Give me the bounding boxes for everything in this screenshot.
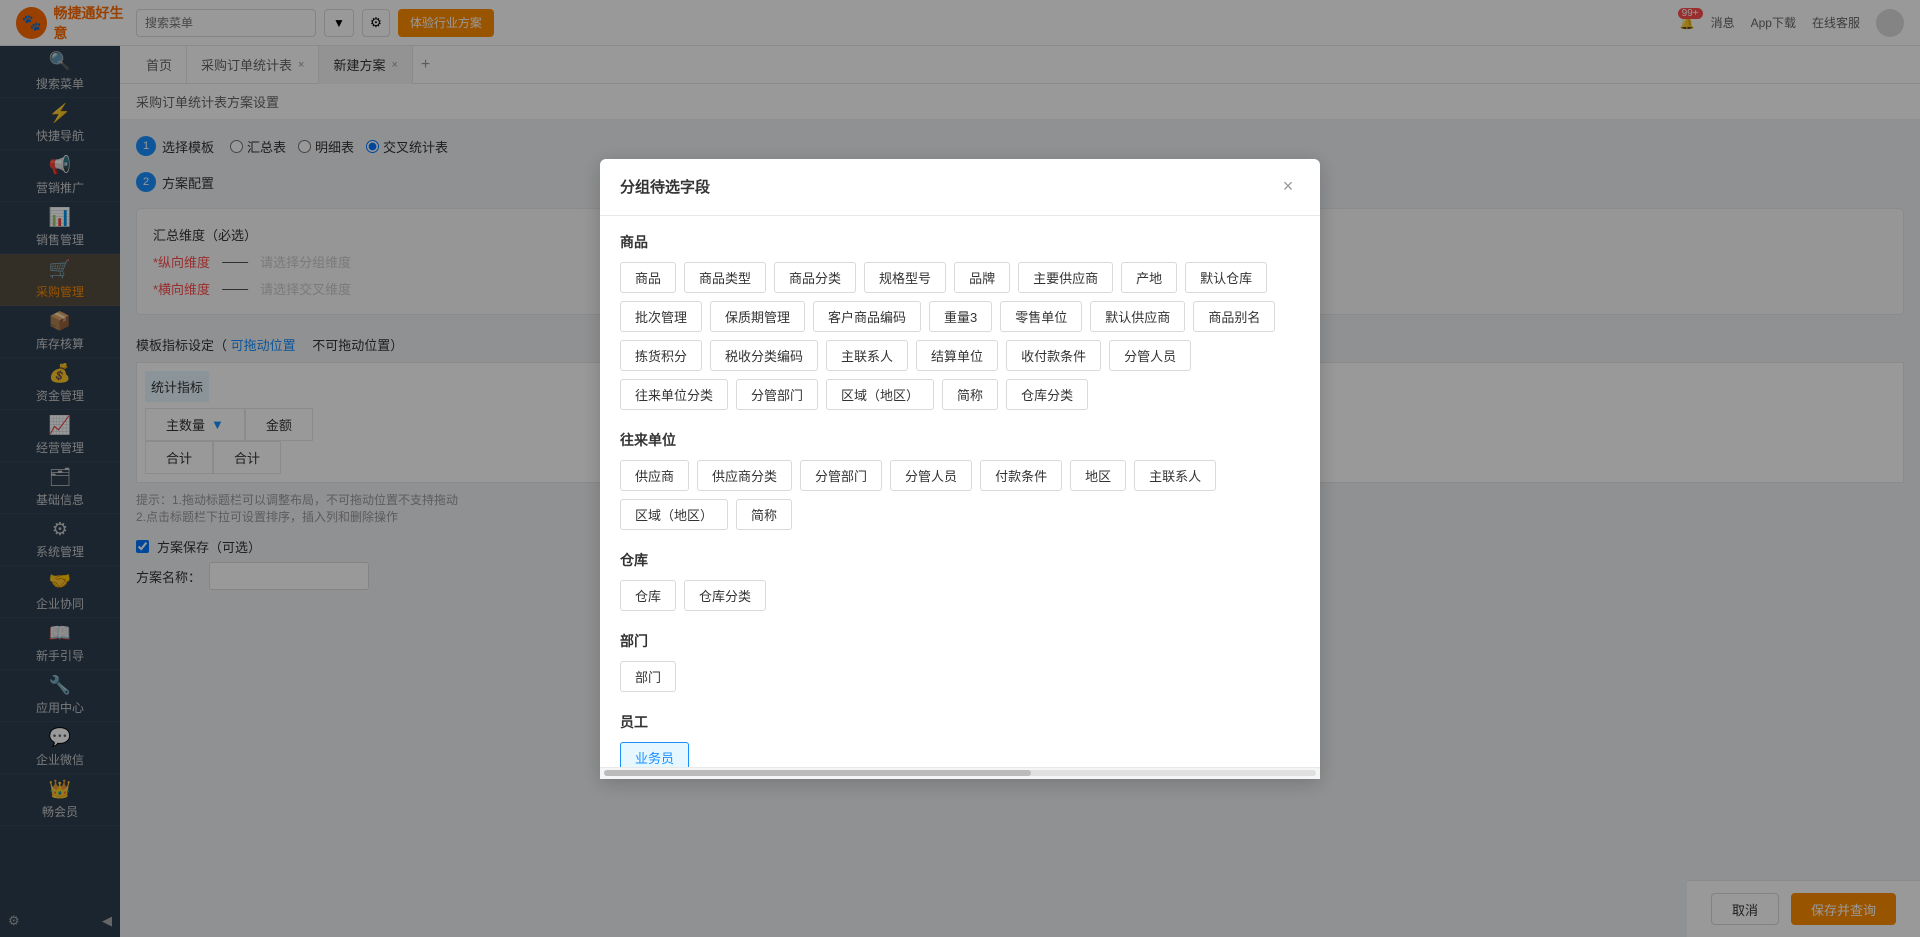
section-warehouse: 仓库 仓库 仓库分类: [620, 550, 1300, 611]
section-employee: 员工 业务员: [620, 712, 1300, 767]
modal-close-icon[interactable]: ×: [1276, 175, 1300, 199]
tag-goods-alias[interactable]: 商品别名: [1193, 301, 1275, 332]
tag-goods-spec[interactable]: 规格型号: [864, 262, 946, 293]
tag-goods-default-supplier[interactable]: 默认供应商: [1090, 301, 1185, 332]
tag-salesperson[interactable]: 业务员: [620, 742, 689, 767]
tag-region[interactable]: 地区: [1070, 460, 1126, 491]
tag-abbr-cp[interactable]: 简称: [736, 499, 792, 530]
tag-goods-retail-unit[interactable]: 零售单位: [1000, 301, 1082, 332]
tag-goods-item[interactable]: 商品: [620, 262, 676, 293]
tag-goods-dept[interactable]: 分管部门: [736, 379, 818, 410]
tag-goods-warehouse-category[interactable]: 仓库分类: [1006, 379, 1088, 410]
tag-goods-pick-score[interactable]: 拣货积分: [620, 340, 702, 371]
tag-payment-condition[interactable]: 付款条件: [980, 460, 1062, 491]
section-dept: 部门 部门: [620, 631, 1300, 692]
tag-goods-expiry[interactable]: 保质期管理: [710, 301, 805, 332]
modal-header: 分组待选字段 ×: [600, 159, 1320, 216]
tag-supplier-category[interactable]: 供应商分类: [697, 460, 792, 491]
modal-dialog: 分组待选字段 × 商品 商品 商品类型 商品分类 规格型号 品牌 主要供应商 产…: [600, 159, 1320, 779]
modal-overlay: 分组待选字段 × 商品 商品 商品类型 商品分类 规格型号 品牌 主要供应商 产…: [0, 0, 1920, 937]
section-dept-title: 部门: [620, 631, 1300, 651]
modal-hscroll[interactable]: [600, 767, 1320, 779]
tag-goods-origin[interactable]: 产地: [1121, 262, 1177, 293]
tag-dept-manage[interactable]: 分管部门: [800, 460, 882, 491]
tag-dept[interactable]: 部门: [620, 661, 676, 692]
hscroll-track: [604, 770, 1316, 776]
section-counterpart: 往来单位 供应商 供应商分类 分管部门 分管人员 付款条件 地区 主联系人 区域…: [620, 430, 1300, 530]
tag-supplier[interactable]: 供应商: [620, 460, 689, 491]
section-employee-title: 员工: [620, 712, 1300, 732]
tag-goods-abbr[interactable]: 简称: [942, 379, 998, 410]
tag-goods-region[interactable]: 区域（地区）: [826, 379, 934, 410]
hscroll-thumb: [604, 770, 1031, 776]
modal-body: 商品 商品 商品类型 商品分类 规格型号 品牌 主要供应商 产地 默认仓库 批次…: [600, 216, 1320, 767]
tag-goods-counterpart-category[interactable]: 往来单位分类: [620, 379, 728, 410]
tag-goods-main-contact[interactable]: 主联系人: [826, 340, 908, 371]
section-goods: 商品 商品 商品类型 商品分类 规格型号 品牌 主要供应商 产地 默认仓库 批次…: [620, 232, 1300, 410]
section-counterpart-tags: 供应商 供应商分类 分管部门 分管人员 付款条件 地区 主联系人 区域（地区） …: [620, 460, 1300, 530]
tag-main-contact-cp[interactable]: 主联系人: [1134, 460, 1216, 491]
section-goods-tags: 商品 商品类型 商品分类 规格型号 品牌 主要供应商 产地 默认仓库 批次管理 …: [620, 262, 1300, 410]
section-dept-tags: 部门: [620, 661, 1300, 692]
section-employee-tags: 业务员: [620, 742, 1300, 767]
tag-goods-main-supplier[interactable]: 主要供应商: [1018, 262, 1113, 293]
modal-title: 分组待选字段: [620, 176, 710, 197]
section-warehouse-title: 仓库: [620, 550, 1300, 570]
tag-goods-brand[interactable]: 品牌: [954, 262, 1010, 293]
tag-warehouse[interactable]: 仓库: [620, 580, 676, 611]
tag-goods-type[interactable]: 商品类型: [684, 262, 766, 293]
tag-goods-customer-code[interactable]: 客户商品编码: [813, 301, 921, 332]
section-counterpart-title: 往来单位: [620, 430, 1300, 450]
tag-goods-category[interactable]: 商品分类: [774, 262, 856, 293]
tag-goods-payment-terms[interactable]: 收付款条件: [1006, 340, 1101, 371]
tag-personnel-manage[interactable]: 分管人员: [890, 460, 972, 491]
tag-goods-tax-code[interactable]: 税收分类编码: [710, 340, 818, 371]
tag-goods-manager[interactable]: 分管人员: [1109, 340, 1191, 371]
tag-region-area[interactable]: 区域（地区）: [620, 499, 728, 530]
tag-goods-batch[interactable]: 批次管理: [620, 301, 702, 332]
section-goods-title: 商品: [620, 232, 1300, 252]
tag-goods-default-warehouse[interactable]: 默认仓库: [1185, 262, 1267, 293]
tag-warehouse-category[interactable]: 仓库分类: [684, 580, 766, 611]
tag-goods-weight[interactable]: 重量3: [929, 301, 992, 332]
tag-goods-settlement-unit[interactable]: 结算单位: [916, 340, 998, 371]
section-warehouse-tags: 仓库 仓库分类: [620, 580, 1300, 611]
